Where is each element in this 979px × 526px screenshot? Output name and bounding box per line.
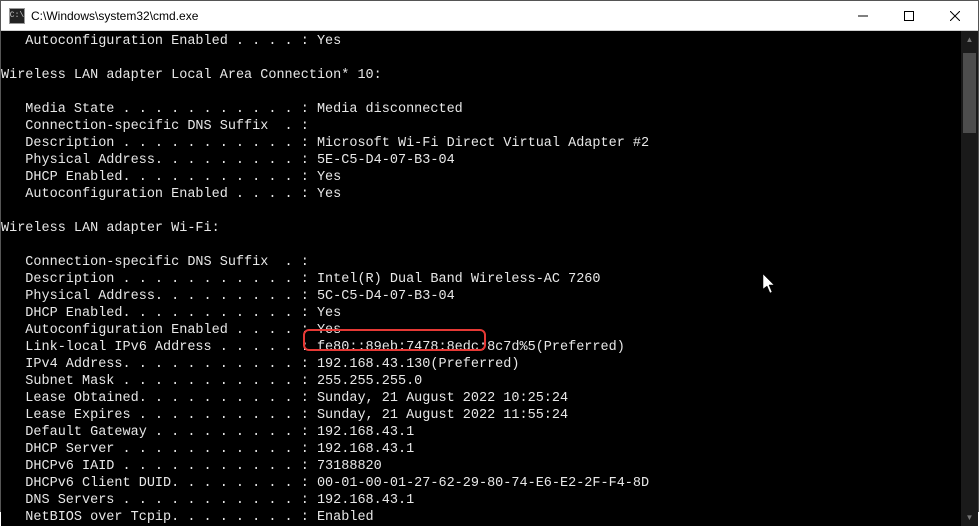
- adapter-header: Wireless LAN adapter Wi-Fi:: [1, 221, 220, 236]
- output-value: Media disconnected: [317, 102, 463, 117]
- minimize-button[interactable]: [840, 1, 886, 31]
- vertical-scrollbar[interactable]: ▲ ▼: [961, 31, 978, 526]
- output-value: 255.255.255.0: [317, 374, 422, 389]
- output-value: Yes: [317, 170, 341, 185]
- output-value: fe80::89eb:7478:8edc:8c7d%5(Preferred): [317, 340, 625, 355]
- output-line: DNS Servers . . . . . . . . . . . :: [25, 493, 317, 508]
- minimize-icon: [858, 11, 868, 21]
- window-title: C:\Windows\system32\cmd.exe: [31, 9, 198, 23]
- output-line: IPv4 Address. . . . . . . . . . . :: [25, 357, 317, 372]
- output-line: Autoconfiguration Enabled . . . . :: [25, 34, 317, 49]
- scrollbar-thumb[interactable]: [963, 53, 976, 133]
- output-line: Description . . . . . . . . . . . :: [25, 272, 317, 287]
- adapter-header: Wireless LAN adapter Local Area Connecti…: [1, 68, 382, 83]
- output-line: NetBIOS over Tcpip. . . . . . . . :: [25, 510, 317, 525]
- output-line: Subnet Mask . . . . . . . . . . . :: [25, 374, 317, 389]
- output-value: Yes: [317, 323, 341, 338]
- close-button[interactable]: [932, 1, 978, 31]
- cmd-window: C:\ C:\Windows\system32\cmd.exe Autoconf…: [0, 0, 979, 512]
- close-icon: [950, 11, 960, 21]
- output-line: Connection-specific DNS Suffix . :: [25, 255, 309, 270]
- output-value: 192.168.43.1: [317, 425, 414, 440]
- output-value: 73188820: [317, 459, 382, 474]
- cmd-icon: C:\: [9, 8, 25, 24]
- scroll-up-button[interactable]: ▲: [961, 31, 978, 48]
- output-line: Autoconfiguration Enabled . . . . :: [25, 187, 317, 202]
- output-line: Physical Address. . . . . . . . . :: [25, 153, 317, 168]
- output-value: Sunday, 21 August 2022 10:25:24: [317, 391, 568, 406]
- maximize-button[interactable]: [886, 1, 932, 31]
- output-line: Media State . . . . . . . . . . . :: [25, 102, 317, 117]
- output-value: Microsoft Wi-Fi Direct Virtual Adapter #…: [317, 136, 649, 151]
- output-value: Yes: [317, 34, 341, 49]
- output-line: DHCPv6 IAID . . . . . . . . . . . :: [25, 459, 317, 474]
- output-value: Enabled: [317, 510, 374, 525]
- output-line: Link-local IPv6 Address . . . . . :: [25, 340, 317, 355]
- output-line: Lease Expires . . . . . . . . . . :: [25, 408, 317, 423]
- output-value: Yes: [317, 306, 341, 321]
- titlebar[interactable]: C:\ C:\Windows\system32\cmd.exe: [1, 1, 978, 31]
- output-line: DHCP Enabled. . . . . . . . . . . :: [25, 170, 317, 185]
- output-line: Lease Obtained. . . . . . . . . . :: [25, 391, 317, 406]
- terminal-output[interactable]: Autoconfiguration Enabled . . . . : Yes …: [1, 31, 961, 526]
- output-value: Sunday, 21 August 2022 11:55:24: [317, 408, 568, 423]
- output-line: DHCP Enabled. . . . . . . . . . . :: [25, 306, 317, 321]
- output-line: Description . . . . . . . . . . . :: [25, 136, 317, 151]
- output-line: Connection-specific DNS Suffix . :: [25, 119, 309, 134]
- output-line: Autoconfiguration Enabled . . . . :: [25, 323, 317, 338]
- output-value: Yes: [317, 187, 341, 202]
- output-line: Default Gateway . . . . . . . . . :: [25, 425, 317, 440]
- output-line: DHCP Server . . . . . . . . . . . :: [25, 442, 317, 457]
- physical-address-value: 5C-C5-D4-07-B3-04: [317, 289, 455, 304]
- maximize-icon: [904, 11, 914, 21]
- output-value: 00-01-00-01-27-62-29-80-74-E6-E2-2F-F4-8…: [317, 476, 649, 491]
- output-line: Physical Address. . . . . . . . . :: [25, 289, 317, 304]
- output-value: 192.168.43.1: [317, 442, 414, 457]
- output-value: 192.168.43.1: [317, 493, 414, 508]
- output-value: 192.168.43.130(Preferred): [317, 357, 520, 372]
- output-value: Intel(R) Dual Band Wireless-AC 7260: [317, 272, 601, 287]
- output-line: DHCPv6 Client DUID. . . . . . . . :: [25, 476, 317, 491]
- output-value: 5E-C5-D4-07-B3-04: [317, 153, 455, 168]
